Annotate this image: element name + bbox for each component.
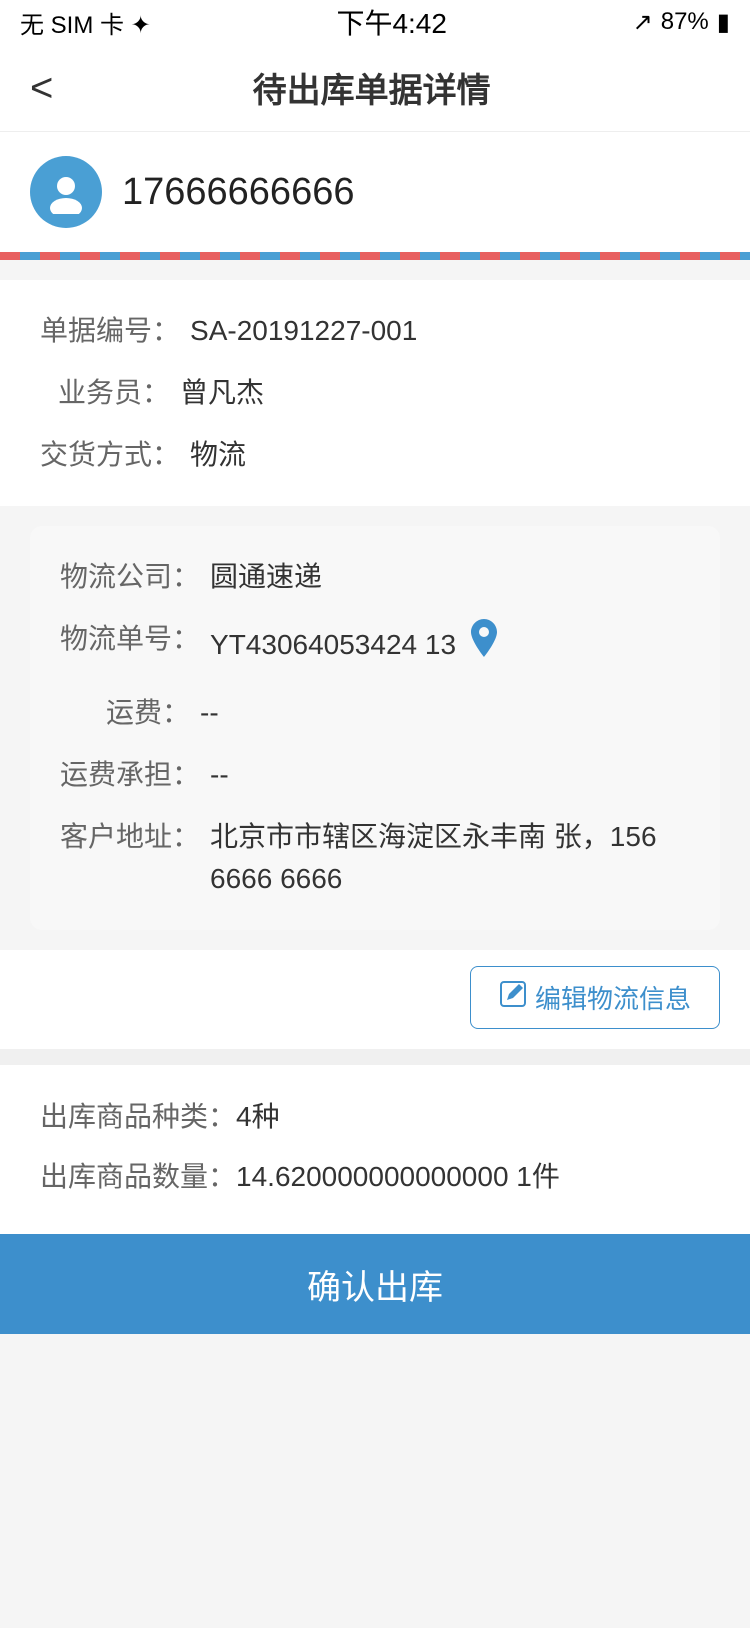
section-divider xyxy=(0,1049,750,1065)
edit-logistics-label: 编辑物流信息 xyxy=(535,979,691,1016)
back-button[interactable]: < xyxy=(30,68,53,108)
goods-type-label: 出库商品种类： xyxy=(40,1095,236,1135)
order-no-value: SA-20191227-001 xyxy=(190,310,710,352)
tracking-row: 物流单号： YT43064053424 13 xyxy=(60,618,690,672)
status-bar-time: 下午4:42 xyxy=(336,2,447,42)
address-label: 客户地址： xyxy=(60,816,200,858)
edit-icon xyxy=(499,980,527,1015)
customer-header: 17666666666 xyxy=(0,132,750,252)
salesman-row: 业务员： 曾凡杰 xyxy=(40,372,710,414)
address-row: 客户地址： 北京市市辖区海淀区永丰南 张，156 6666 6666 xyxy=(60,816,690,900)
logistics-company-value: 圆通速递 xyxy=(210,556,690,598)
bottom-spacer xyxy=(0,1328,750,1528)
confirm-button-label: 确认出库 xyxy=(307,1260,443,1309)
page-title: 待出库单据详情 xyxy=(73,63,670,112)
goods-type-value: 4种 xyxy=(236,1095,280,1135)
freight-bearer-value: -- xyxy=(210,754,690,796)
location-indicator: ↗ xyxy=(633,8,653,37)
customer-phone: 17666666666 xyxy=(122,171,354,214)
tracking-label: 物流单号： xyxy=(60,618,200,660)
edit-logistics-area: 编辑物流信息 xyxy=(0,950,750,1049)
status-bar-right: ↗ 87% ▮ xyxy=(633,8,730,37)
customer-avatar xyxy=(30,156,102,228)
delivery-row: 交货方式： 物流 xyxy=(40,434,710,476)
delivery-value: 物流 xyxy=(190,434,710,476)
salesman-value: 曾凡杰 xyxy=(180,372,710,414)
logistics-card: 物流公司： 圆通速递 物流单号： YT43064053424 13 运费： --… xyxy=(30,526,720,930)
confirm-bar[interactable]: 确认出库 xyxy=(0,1234,750,1334)
basic-info-section: 单据编号： SA-20191227-001 业务员： 曾凡杰 交货方式： 物流 xyxy=(0,280,750,506)
nav-bar: < 待出库单据详情 xyxy=(0,44,750,132)
goods-quantity-value: 14.620000000000000 1件 xyxy=(236,1155,560,1195)
location-icon[interactable] xyxy=(468,618,500,672)
battery-status: 87% xyxy=(661,8,709,36)
tracking-number: YT43064053424 13 xyxy=(210,624,456,666)
status-bar-left: 无 SIM 卡 ✦ xyxy=(20,5,151,40)
logistics-company-label: 物流公司： xyxy=(60,556,200,598)
goods-type-row: 出库商品种类： 4种 xyxy=(40,1095,710,1135)
order-no-row: 单据编号： SA-20191227-001 xyxy=(40,310,710,352)
order-no-label: 单据编号： xyxy=(40,310,180,352)
dashed-divider xyxy=(0,252,750,260)
logistics-company-row: 物流公司： 圆通速递 xyxy=(60,556,690,598)
address-value: 北京市市辖区海淀区永丰南 张，156 6666 6666 xyxy=(210,816,690,900)
status-bar: 无 SIM 卡 ✦ 下午4:42 ↗ 87% ▮ xyxy=(0,0,750,44)
freight-value: -- xyxy=(200,692,690,734)
freight-label: 运费： xyxy=(60,692,190,734)
delivery-label: 交货方式： xyxy=(40,434,180,476)
freight-bearer-label: 运费承担： xyxy=(60,754,200,796)
edit-logistics-button[interactable]: 编辑物流信息 xyxy=(470,966,720,1029)
salesman-label: 业务员： xyxy=(40,372,170,414)
freight-row: 运费： -- xyxy=(60,692,690,734)
battery-icon: ▮ xyxy=(717,8,730,37)
goods-section: 出库商品种类： 4种 出库商品数量： 14.620000000000000 1件 xyxy=(0,1065,750,1225)
tracking-value: YT43064053424 13 xyxy=(210,618,690,672)
freight-bearer-row: 运费承担： -- xyxy=(60,754,690,796)
sim-status: 无 SIM 卡 ✦ xyxy=(20,5,151,40)
goods-quantity-row: 出库商品数量： 14.620000000000000 1件 xyxy=(40,1155,710,1195)
goods-quantity-label: 出库商品数量： xyxy=(40,1155,236,1195)
